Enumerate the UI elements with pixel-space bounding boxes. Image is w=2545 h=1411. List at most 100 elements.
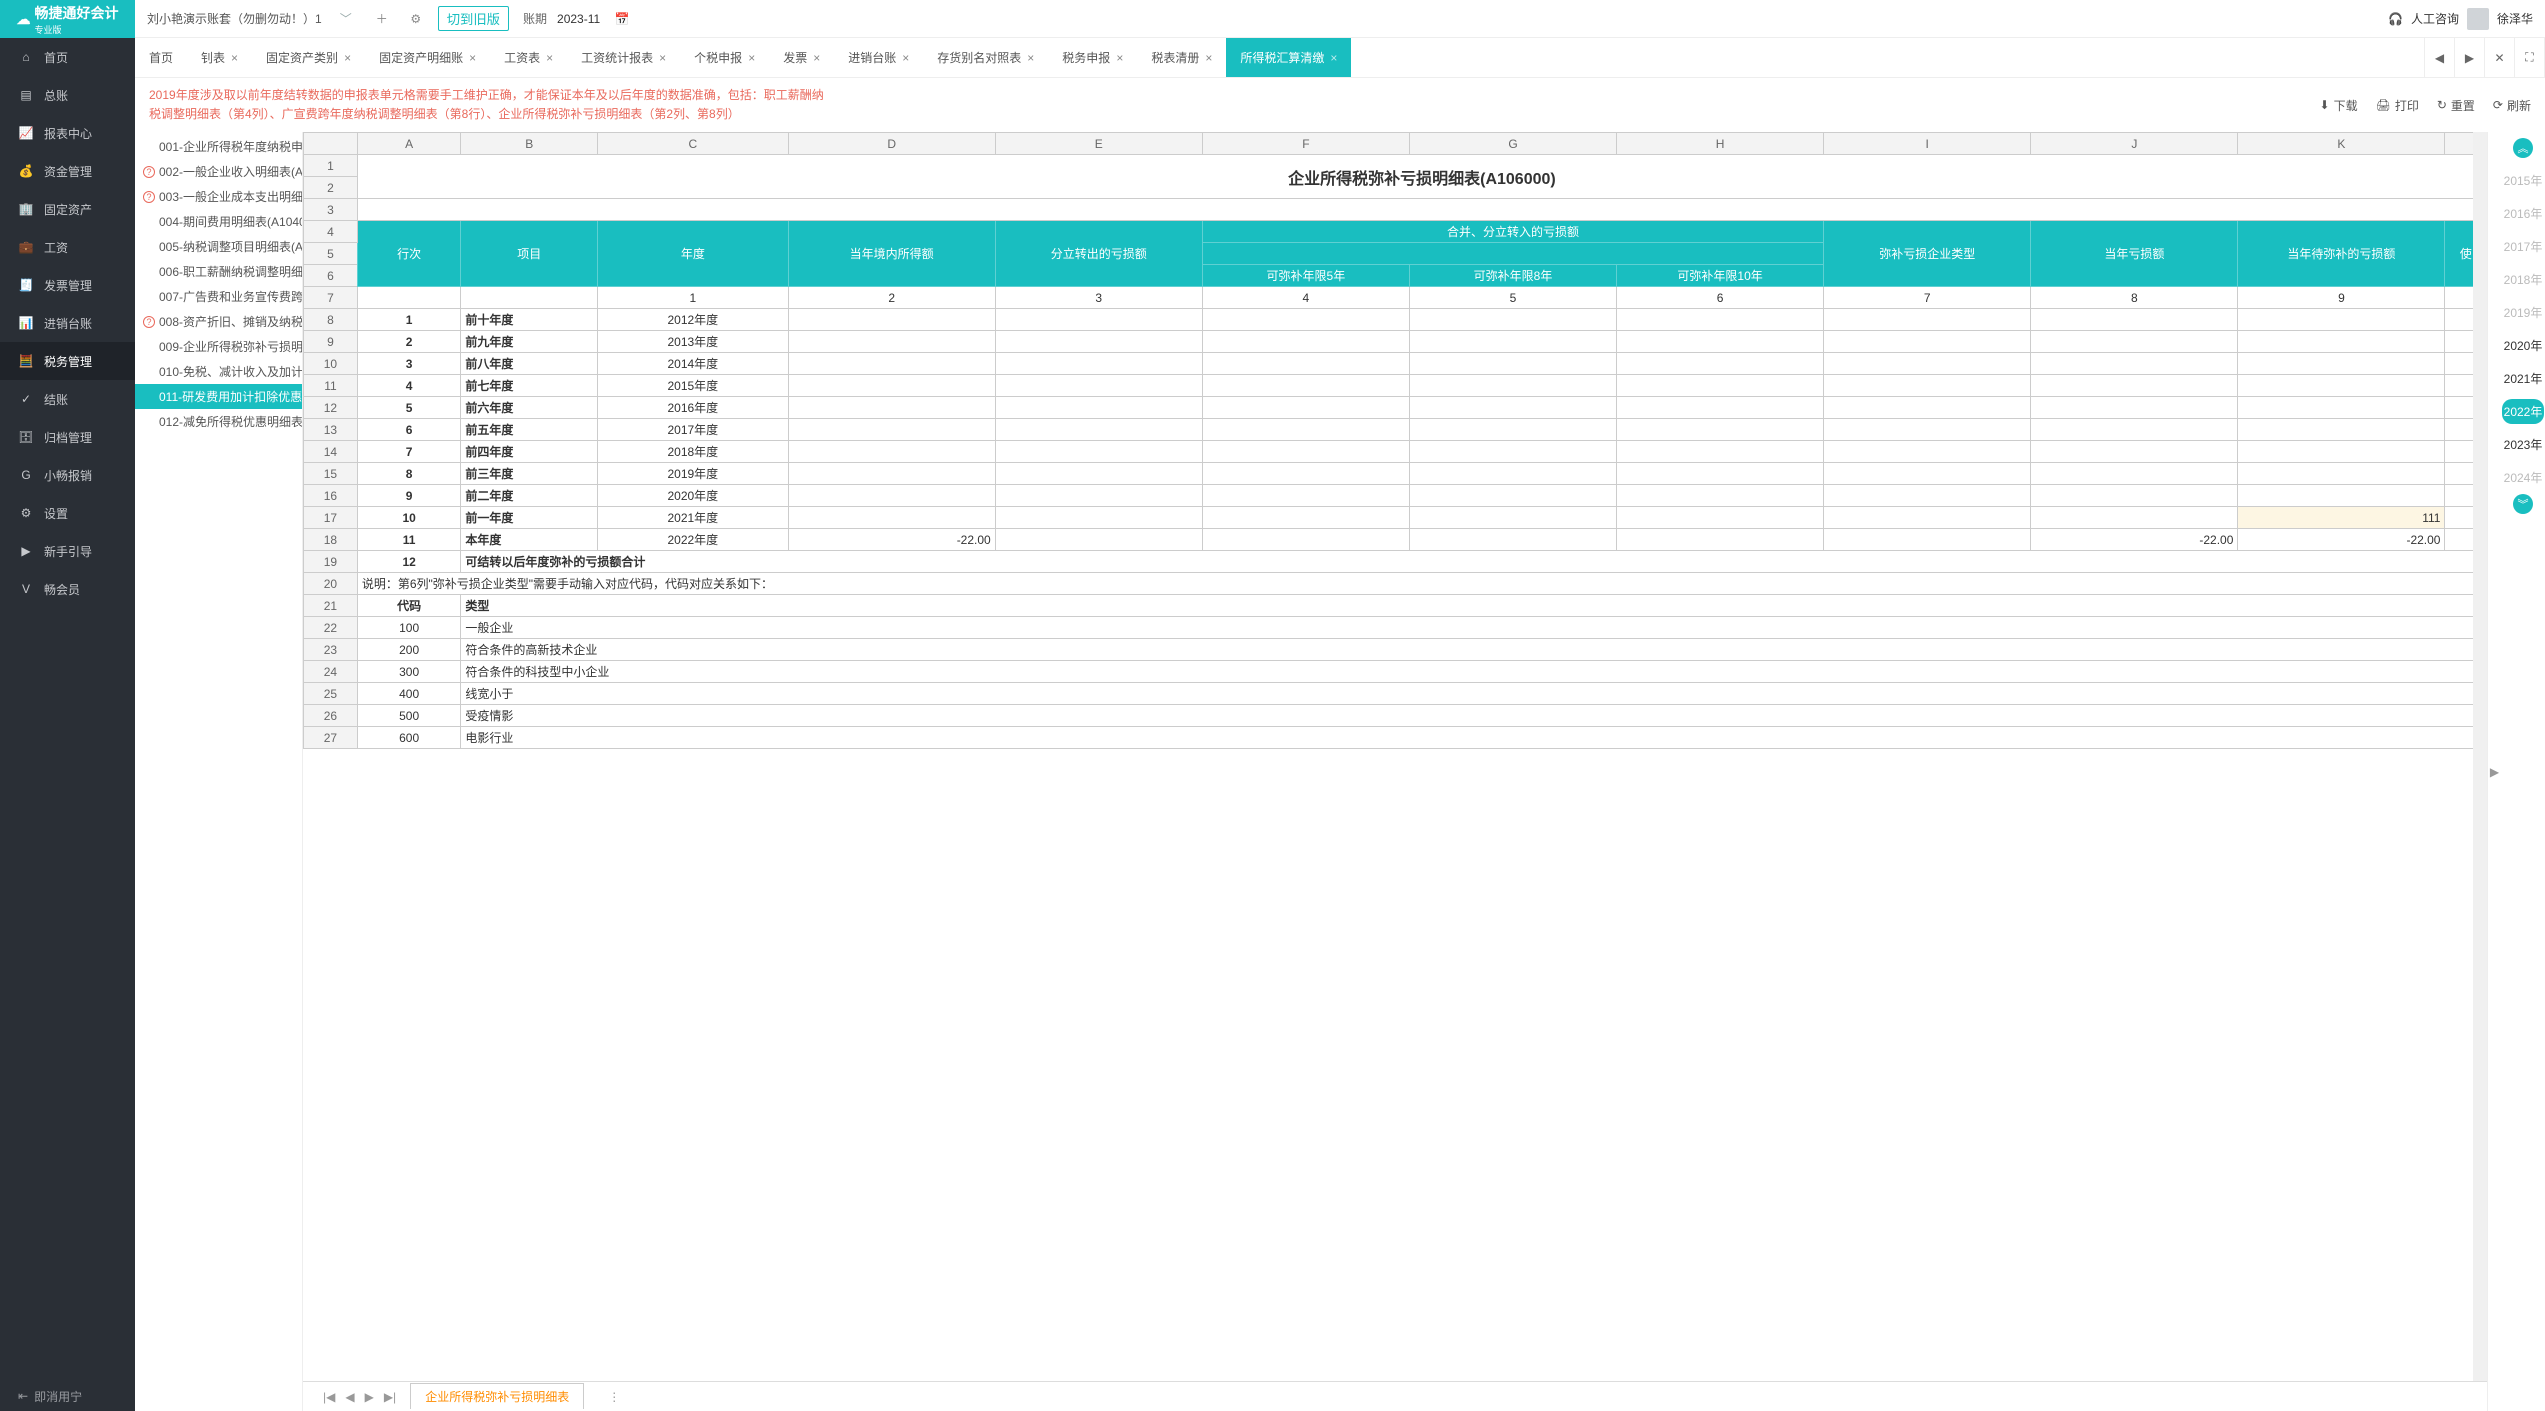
spreadsheet[interactable]: ABCDEFGHIJK1企业所得税弥补亏损明细表(A106000)234行次项目… bbox=[303, 132, 2487, 749]
tab-发票[interactable]: 发票× bbox=[769, 38, 834, 77]
tab-存货别名对照表[interactable]: 存货别名对照表× bbox=[923, 38, 1048, 77]
reset-button[interactable]: ↻重置 bbox=[2437, 97, 2475, 114]
form-item-005[interactable]: 005-纳税调整项目明细表(A1... bbox=[135, 234, 302, 259]
tab-个税申报[interactable]: 个税申报× bbox=[680, 38, 769, 77]
close-icon[interactable]: × bbox=[659, 51, 666, 65]
avatar[interactable] bbox=[2467, 8, 2489, 30]
sidebar-item-report[interactable]: G小畅报销 bbox=[0, 456, 135, 494]
sidebar-item-home[interactable]: ⌂首页 bbox=[0, 38, 135, 76]
close-icon[interactable]: × bbox=[813, 51, 820, 65]
close-icon[interactable]: × bbox=[1205, 51, 1212, 65]
tabs-close-button[interactable]: ✕ bbox=[2485, 38, 2515, 77]
sheet-first-icon[interactable]: |◀ bbox=[323, 1390, 335, 1404]
year-2023年[interactable]: 2023年 bbox=[2502, 432, 2545, 457]
sidebar-item-money[interactable]: 💰资金管理 bbox=[0, 152, 135, 190]
download-button[interactable]: ⬇下载 bbox=[2320, 97, 2358, 114]
tab-所得税汇算清缴[interactable]: 所得税汇算清缴× bbox=[1226, 38, 1351, 77]
close-icon[interactable]: × bbox=[1330, 51, 1337, 65]
sheet-last-icon[interactable]: ▶| bbox=[384, 1390, 396, 1404]
sidebar-item-vip[interactable]: V畅会员 bbox=[0, 570, 135, 608]
sidebar-item-stock[interactable]: 📊进销台账 bbox=[0, 304, 135, 342]
archive-icon: 🗄 bbox=[18, 429, 34, 445]
print-button[interactable]: 🖨打印 bbox=[2376, 97, 2419, 114]
sheet-menu-icon[interactable]: ⋮ bbox=[608, 1390, 620, 1404]
sidebar: ☁ 畅捷通好会计 专业版 ⌂首页▤总账📈报表中心💰资金管理🏢固定资产💼工资🧾发票… bbox=[0, 0, 135, 1411]
year-down-button[interactable]: ︾ bbox=[2513, 494, 2533, 514]
switch-old-version-button[interactable]: 切到旧版 bbox=[438, 6, 509, 31]
close-icon[interactable]: × bbox=[748, 51, 755, 65]
sidebar-item-asset[interactable]: 🏢固定资产 bbox=[0, 190, 135, 228]
asset-icon: 🏢 bbox=[18, 201, 34, 217]
close-icon[interactable]: × bbox=[344, 51, 351, 65]
form-item-003[interactable]: ?003-一般企业成本支出明细... bbox=[135, 184, 302, 209]
refresh-icon: ⟳ bbox=[2493, 98, 2503, 112]
form-item-008[interactable]: ?008-资产折旧、摊销及纳税... bbox=[135, 309, 302, 334]
form-item-010[interactable]: 010-免税、减计收入及加计... bbox=[135, 359, 302, 384]
form-item-002[interactable]: ?002-一般企业收入明细表(A1... bbox=[135, 159, 302, 184]
tab-固定资产类别[interactable]: 固定资产类别× bbox=[252, 38, 365, 77]
period-value[interactable]: 2023-11 bbox=[557, 12, 600, 26]
form-item-001[interactable]: 001-企业所得税年度纳税申... bbox=[135, 134, 302, 159]
tab-首页[interactable]: 首页 bbox=[135, 38, 187, 77]
year-2021年[interactable]: 2021年 bbox=[2502, 366, 2545, 391]
close-icon[interactable]: × bbox=[1027, 51, 1034, 65]
sidebar-item-tax[interactable]: 🧮税务管理 bbox=[0, 342, 135, 380]
form-item-007[interactable]: 007-广告费和业务宣传费跨... bbox=[135, 284, 302, 309]
sheet-tab[interactable]: 企业所得税弥补亏损明细表 bbox=[410, 1383, 584, 1409]
tab-税务申报[interactable]: 税务申报× bbox=[1048, 38, 1137, 77]
close-icon[interactable]: × bbox=[546, 51, 553, 65]
close-icon[interactable]: × bbox=[231, 51, 238, 65]
sidebar-footer[interactable]: ⇤ 即消用宁 bbox=[0, 1381, 135, 1411]
download-icon: ⬇ bbox=[2320, 98, 2330, 112]
form-item-004[interactable]: 004-期间费用明细表(A1040... bbox=[135, 209, 302, 234]
account-selector[interactable]: 刘小艳演示账套（勿删勿动！）1 bbox=[147, 10, 322, 27]
tabs-prev-button[interactable]: ◀ bbox=[2425, 38, 2455, 77]
close-icon[interactable]: × bbox=[469, 51, 476, 65]
form-item-012[interactable]: 012-减免所得税优惠明细表(... bbox=[135, 409, 302, 434]
salary-icon: 💼 bbox=[18, 239, 34, 255]
sidebar-item-ledger[interactable]: ▤总账 bbox=[0, 76, 135, 114]
sidebar-item-invoice[interactable]: 🧾发票管理 bbox=[0, 266, 135, 304]
tax-icon: 🧮 bbox=[18, 353, 34, 369]
form-item-006[interactable]: 006-职工薪酬纳税调整明细... bbox=[135, 259, 302, 284]
money-icon: 💰 bbox=[18, 163, 34, 179]
sidebar-item-chart[interactable]: 📈报表中心 bbox=[0, 114, 135, 152]
vertical-scrollbar[interactable] bbox=[2473, 132, 2487, 1381]
gear-icon[interactable]: ⚙ bbox=[404, 7, 428, 31]
year-up-button[interactable]: ︽ bbox=[2513, 138, 2533, 158]
year-2024年: 2024年 bbox=[2502, 465, 2545, 490]
tab-工资表[interactable]: 工资表× bbox=[490, 38, 567, 77]
consult-link[interactable]: 人工咨询 bbox=[2411, 10, 2459, 27]
form-item-009[interactable]: 009-企业所得税弥补亏损明... bbox=[135, 334, 302, 359]
tab-工资统计报表[interactable]: 工资统计报表× bbox=[567, 38, 680, 77]
sidebar-item-gear[interactable]: ⚙设置 bbox=[0, 494, 135, 532]
sidebar-item-salary[interactable]: 💼工资 bbox=[0, 228, 135, 266]
username[interactable]: 徐泽华 bbox=[2497, 10, 2533, 27]
invoice-icon: 🧾 bbox=[18, 277, 34, 293]
chevron-down-icon[interactable]: ﹀ bbox=[332, 10, 360, 27]
sidebar-item-guide[interactable]: ▶新手引导 bbox=[0, 532, 135, 570]
refresh-button[interactable]: ⟳刷新 bbox=[2493, 97, 2531, 114]
tab-钊表[interactable]: 钊表× bbox=[187, 38, 252, 77]
tab-固定资产明细账[interactable]: 固定资产明细账× bbox=[365, 38, 490, 77]
sheet-prev-icon[interactable]: ◀ bbox=[345, 1390, 354, 1404]
close-icon[interactable]: × bbox=[902, 51, 909, 65]
sheet-next-icon[interactable]: ▶ bbox=[365, 1390, 374, 1404]
tab-税表清册[interactable]: 税表清册× bbox=[1137, 38, 1226, 77]
plus-icon[interactable]: ＋ bbox=[370, 7, 394, 31]
fullscreen-button[interactable]: ⛶ bbox=[2515, 38, 2545, 77]
period-label: 账期 bbox=[523, 10, 547, 27]
form-item-011[interactable]: 011-研发费用加计扣除优惠... bbox=[135, 384, 302, 409]
sidebar-item-archive[interactable]: 🗄归档管理 bbox=[0, 418, 135, 456]
right-panel-toggle[interactable]: ▶ bbox=[2487, 132, 2501, 1411]
tab-进销台账[interactable]: 进销台账× bbox=[834, 38, 923, 77]
tabs-next-button[interactable]: ▶ bbox=[2455, 38, 2485, 77]
close-acct-icon: ✓ bbox=[18, 391, 34, 407]
gear-icon: ⚙ bbox=[18, 505, 34, 521]
year-2020年[interactable]: 2020年 bbox=[2502, 333, 2545, 358]
year-2022年[interactable]: 2022年 bbox=[2502, 399, 2545, 424]
close-icon[interactable]: × bbox=[1116, 51, 1123, 65]
calendar-icon[interactable]: 📅 bbox=[610, 7, 634, 31]
sheet-title: 企业所得税弥补亏损明细表(A106000) bbox=[357, 155, 2486, 199]
sidebar-item-close-acct[interactable]: ✓结账 bbox=[0, 380, 135, 418]
